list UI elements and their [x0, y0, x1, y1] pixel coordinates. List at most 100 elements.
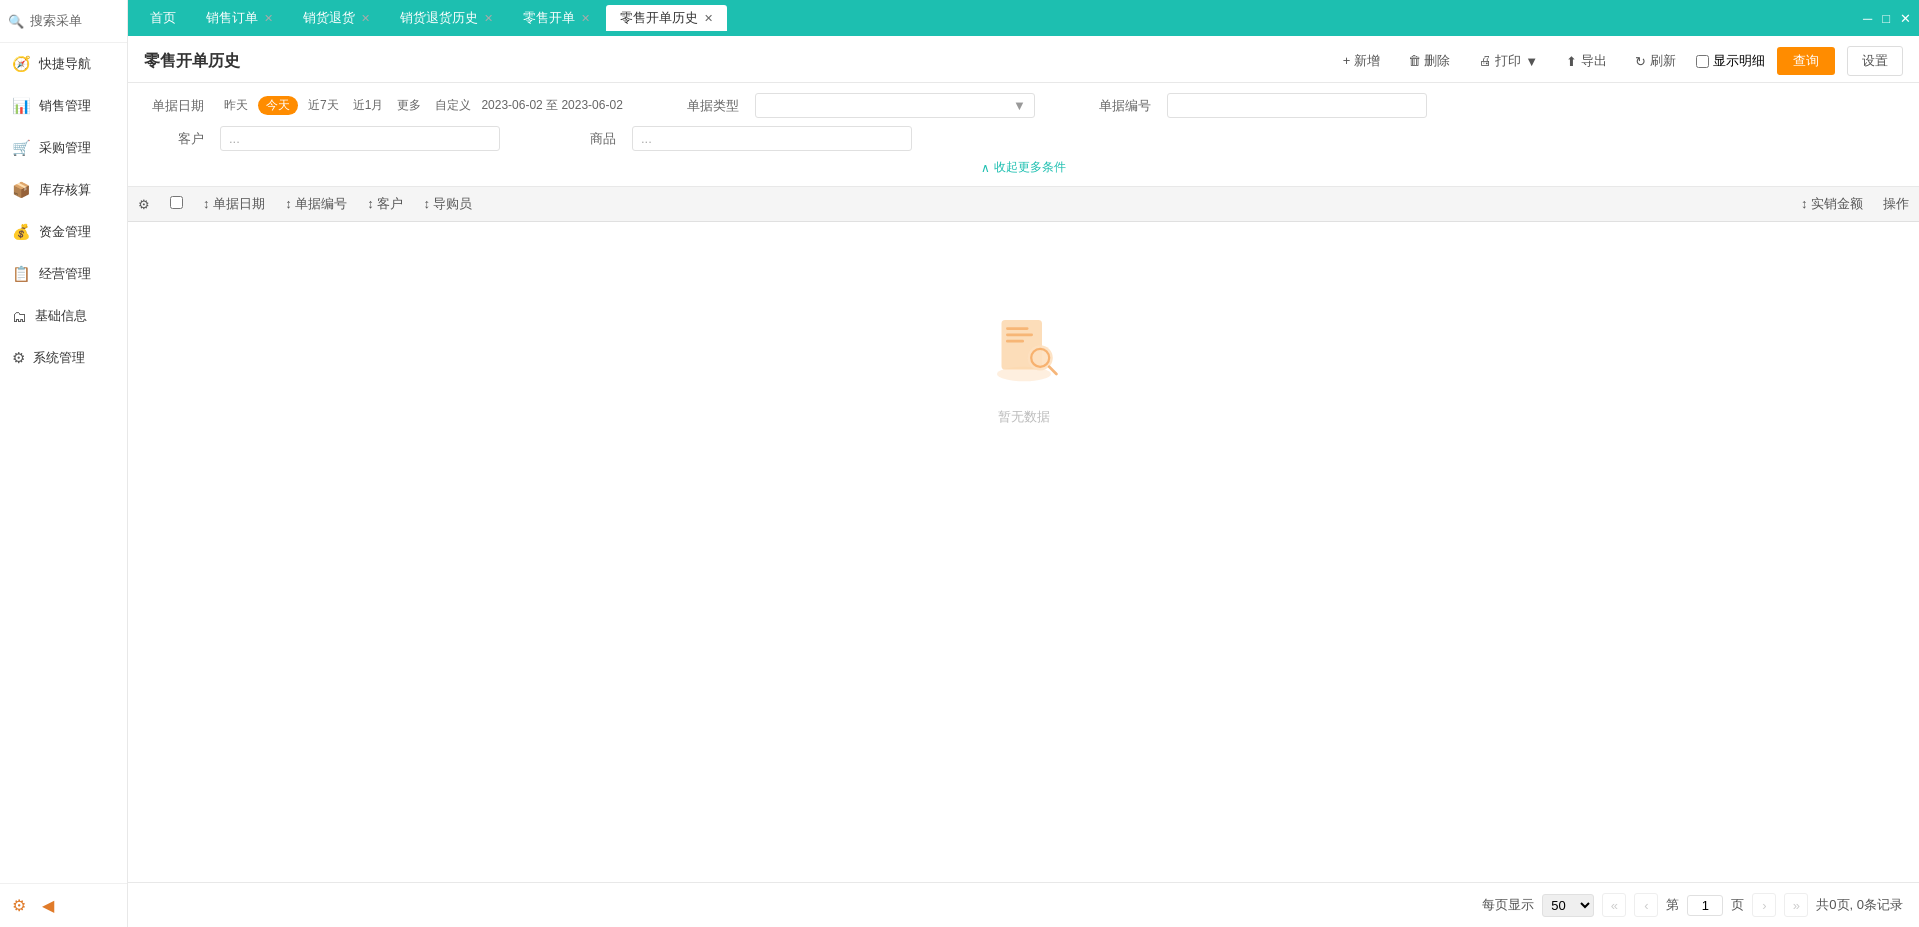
empty-text: 暂无数据 [998, 408, 1050, 426]
sidebar-label-inventory: 库存核算 [39, 181, 91, 199]
per-page-label: 每页显示 [1482, 896, 1534, 914]
goods-select[interactable]: ... [632, 126, 912, 151]
table-area: ⚙ ↕ 单据日期 ↕ 单据编号 ↕ 客户 ↕ 导购员 ↕ 实销金额 操作 [128, 187, 1919, 882]
tab-close-retail-open[interactable]: ✕ [581, 12, 590, 25]
query-button[interactable]: 查询 [1777, 47, 1835, 75]
maximize-btn[interactable]: □ [1882, 11, 1890, 26]
svg-rect-3 [1006, 334, 1033, 337]
print-label: 🖨 打印 [1479, 52, 1522, 70]
pagination-prev-btn[interactable]: ‹ [1634, 893, 1658, 917]
per-page-select[interactable]: 50 10 20 100 [1542, 894, 1594, 917]
window-controls: ─ □ ✕ [1863, 11, 1911, 26]
minimize-btn[interactable]: ─ [1863, 11, 1872, 26]
tab-home[interactable]: 首页 [136, 5, 190, 31]
sidebar-icon-sales-mgmt: 📊 [12, 97, 31, 115]
th-amount: ↕ 实销金额 [1791, 187, 1873, 222]
sidebar-label-system-mgmt: 系统管理 [33, 349, 85, 367]
svg-rect-2 [1006, 327, 1029, 330]
print-button[interactable]: 🖨 打印 ▼ [1471, 48, 1547, 74]
pagination-last-btn[interactable]: » [1784, 893, 1808, 917]
collapse-sidebar-icon[interactable]: ◀ [42, 896, 54, 915]
sidebar-bottom: ⚙ ◀ [0, 883, 127, 927]
settings-icon[interactable]: ⚙ [12, 896, 26, 915]
sidebar-icon-operations: 📋 [12, 265, 31, 283]
th-customer-label: ↕ 客户 [367, 196, 403, 211]
tab-close-sales-return[interactable]: ✕ [361, 12, 370, 25]
date-btn-custom[interactable]: 自定义 [431, 96, 475, 115]
tab-retail-history[interactable]: 零售开单历史 ✕ [606, 5, 727, 31]
main-area: 首页销售订单 ✕销货退货 ✕销货退货历史 ✕零售开单 ✕零售开单历史 ✕ ─ □… [128, 0, 1919, 927]
date-btn-7days[interactable]: 近7天 [304, 96, 343, 115]
collapse-label: 收起更多条件 [994, 159, 1066, 176]
tab-sales-return[interactable]: 销货退货 ✕ [289, 5, 384, 31]
sidebar-label-basic-info: 基础信息 [35, 307, 87, 325]
sidebar-search-label: 搜索采单 [30, 12, 82, 30]
export-icon: ⬆ [1566, 54, 1577, 69]
display-detail-checkbox-group: 显示明细 [1696, 52, 1765, 70]
customer-select[interactable]: ... [220, 126, 500, 151]
delete-button[interactable]: 🗑 删除 [1400, 48, 1459, 74]
tab-sales-return-history[interactable]: 销货退货历史 ✕ [386, 5, 507, 31]
svg-rect-4 [1006, 340, 1024, 343]
date-btn-yesterday[interactable]: 昨天 [220, 96, 252, 115]
tab-close-retail-history[interactable]: ✕ [704, 12, 713, 25]
display-detail-checkbox[interactable] [1696, 55, 1709, 68]
refresh-button[interactable]: ↻ 刷新 [1627, 48, 1684, 74]
sidebar-label-sales-mgmt: 销售管理 [39, 97, 91, 115]
sidebar-item-system-mgmt[interactable]: ⚙ 系统管理 [0, 337, 127, 379]
tab-retail-open[interactable]: 零售开单 ✕ [509, 5, 604, 31]
tab-sales-order[interactable]: 销售订单 ✕ [192, 5, 287, 31]
customer-dots: ... [229, 131, 240, 146]
sidebar-icon-system-mgmt: ⚙ [12, 349, 25, 367]
sidebar-item-basic-info[interactable]: 🗂 基础信息 [0, 295, 127, 337]
empty-icon [979, 302, 1069, 392]
add-button[interactable]: + 新增 [1335, 48, 1388, 74]
table-header-row: ⚙ ↕ 单据日期 ↕ 单据编号 ↕ 客户 ↕ 导购员 ↕ 实销金额 操作 [128, 187, 1919, 222]
th-date-label: ↕ 单据日期 [203, 196, 265, 211]
collapse-bar[interactable]: ∧ 收起更多条件 [144, 159, 1903, 176]
sidebar-icon-purchase-mgmt: 🛒 [12, 139, 31, 157]
pagination-first-btn[interactable]: « [1602, 893, 1626, 917]
add-label: + 新增 [1343, 52, 1380, 70]
sidebar-item-sales-mgmt[interactable]: 📊 销售管理 [0, 85, 127, 127]
pagination: 每页显示 50 10 20 100 « ‹ 第 页 › » 共0页, 0条记录 [128, 882, 1919, 927]
page-header: 零售开单历史 + 新增 🗑 删除 🖨 打印 ▼ ⬆ 导出 ↻ [128, 36, 1919, 83]
settings-button[interactable]: 设置 [1847, 46, 1903, 76]
tab-label-retail-history: 零售开单历史 [620, 9, 698, 27]
th-check[interactable] [160, 187, 193, 222]
page-title: 零售开单历史 [144, 51, 240, 72]
tab-label-home: 首页 [150, 9, 176, 27]
order-no-input[interactable] [1167, 93, 1427, 118]
sidebar-item-purchase-mgmt[interactable]: 🛒采购管理 [0, 127, 127, 169]
type-select[interactable]: ▼ [755, 93, 1035, 118]
date-range-display: 2023-06-02 至 2023-06-02 [481, 97, 622, 114]
date-btn-today[interactable]: 今天 [258, 96, 298, 115]
th-guide: ↕ 导购员 [413, 187, 482, 222]
sidebar-item-quick-nav[interactable]: 🧭快捷导航 [0, 43, 127, 85]
tab-close-sales-order[interactable]: ✕ [264, 12, 273, 25]
date-btn-more[interactable]: 更多 [393, 96, 425, 115]
filter-area: 单据日期 昨天 今天 近7天 近1月 更多 自定义 2023-06-02 至 2… [128, 83, 1919, 187]
type-label: 单据类型 [679, 97, 739, 115]
goods-dots: ... [641, 131, 652, 146]
date-filter-group: 昨天 今天 近7天 近1月 更多 自定义 2023-06-02 至 2023-0… [220, 96, 623, 115]
pagination-page-input[interactable] [1687, 895, 1723, 916]
sidebar-icon-basic-info: 🗂 [12, 308, 27, 325]
th-settings[interactable]: ⚙ [128, 187, 160, 222]
type-select-arrow: ▼ [1013, 98, 1026, 113]
search-icon: 🔍 [8, 14, 24, 29]
pagination-next-btn[interactable]: › [1752, 893, 1776, 917]
sidebar-item-finance[interactable]: 💰资金管理 [0, 211, 127, 253]
sidebar-item-operations[interactable]: 📋经营管理 [0, 253, 127, 295]
select-all-checkbox[interactable] [170, 196, 183, 209]
export-button[interactable]: ⬆ 导出 [1558, 48, 1615, 74]
sidebar-search[interactable]: 🔍 搜索采单 [0, 0, 127, 43]
close-btn[interactable]: ✕ [1900, 11, 1911, 26]
tab-label-sales-return: 销货退货 [303, 9, 355, 27]
date-btn-1month[interactable]: 近1月 [349, 96, 388, 115]
total-info: 共0页, 0条记录 [1816, 896, 1903, 914]
date-label: 单据日期 [144, 97, 204, 115]
tab-close-sales-return-history[interactable]: ✕ [484, 12, 493, 25]
sidebar-label-quick-nav: 快捷导航 [39, 55, 91, 73]
sidebar-item-inventory[interactable]: 📦库存核算 [0, 169, 127, 211]
